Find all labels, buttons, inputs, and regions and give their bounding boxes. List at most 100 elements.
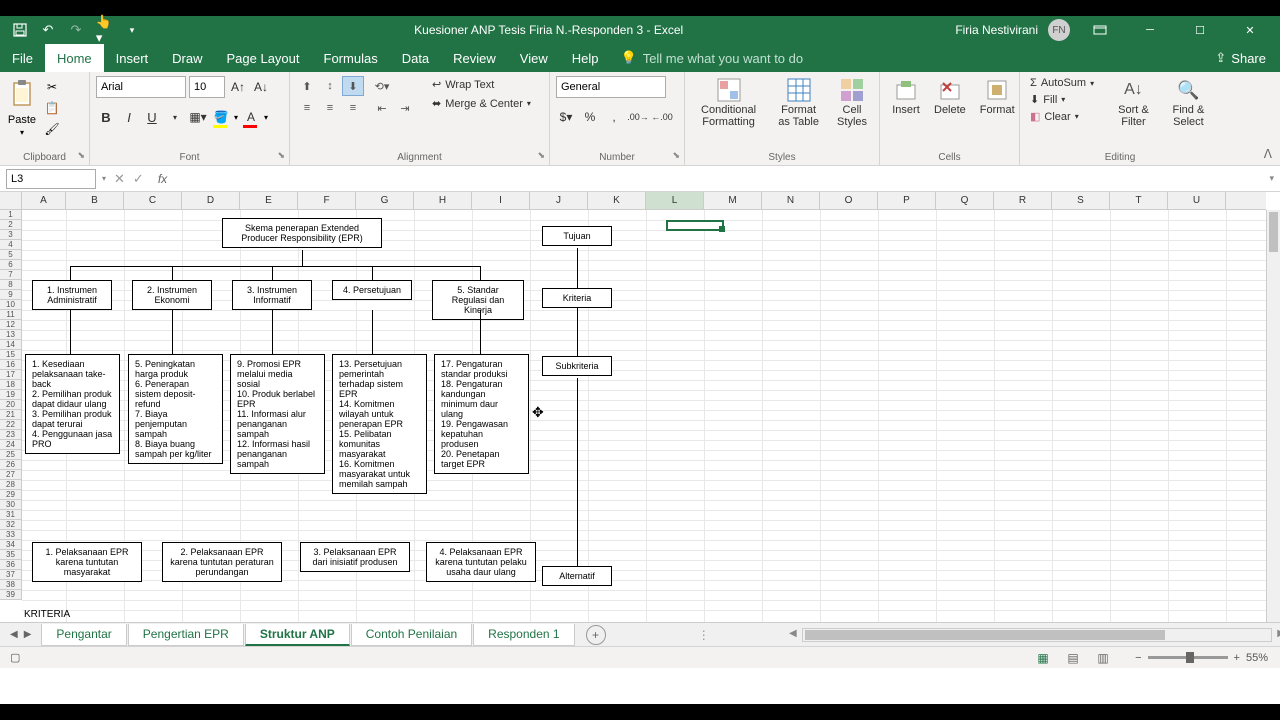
- percent-icon[interactable]: %: [580, 106, 600, 128]
- column-header[interactable]: H: [414, 192, 472, 209]
- row-header[interactable]: 9: [0, 290, 22, 300]
- vertical-scrollbar[interactable]: [1266, 210, 1280, 622]
- row-header[interactable]: 36: [0, 560, 22, 570]
- row-header[interactable]: 21: [0, 410, 22, 420]
- row-header[interactable]: 2: [0, 220, 22, 230]
- record-macro-icon[interactable]: ▢: [0, 651, 30, 664]
- row-header[interactable]: 22: [0, 420, 22, 430]
- clear-button[interactable]: ◧Clear▾: [1026, 109, 1098, 124]
- normal-view-icon[interactable]: ▦: [1029, 649, 1057, 667]
- row-header[interactable]: 31: [0, 510, 22, 520]
- user-name[interactable]: Firia Nestivirani: [955, 23, 1038, 37]
- row-header[interactable]: 24: [0, 440, 22, 450]
- font-color-icon[interactable]: A: [241, 106, 261, 128]
- align-right-icon[interactable]: ≡: [342, 98, 364, 118]
- row-header[interactable]: 11: [0, 310, 22, 320]
- align-top-icon[interactable]: ⬆: [296, 76, 318, 96]
- tab-data[interactable]: Data: [390, 44, 441, 72]
- row-header[interactable]: 27: [0, 470, 22, 480]
- select-all-cell[interactable]: [0, 192, 22, 209]
- row-header[interactable]: 37: [0, 570, 22, 580]
- cell-styles-button[interactable]: Cell Styles: [831, 76, 873, 128]
- bold-button[interactable]: B: [96, 106, 116, 128]
- tellme-search[interactable]: 💡 Tell me what you want to do: [611, 50, 814, 66]
- fx-icon[interactable]: fx: [152, 172, 173, 186]
- find-select-button[interactable]: 🔍 Find & Select: [1163, 76, 1214, 128]
- number-launcher[interactable]: ⬊: [672, 150, 680, 161]
- row-header[interactable]: 38: [0, 580, 22, 590]
- save-icon[interactable]: [12, 22, 28, 38]
- column-header[interactable]: M: [704, 192, 762, 209]
- row-header[interactable]: 29: [0, 490, 22, 500]
- increase-decimal-icon[interactable]: .00→: [628, 106, 648, 128]
- sort-filter-button[interactable]: A↓ Sort & Filter: [1110, 76, 1157, 128]
- font-size-select[interactable]: 10: [189, 76, 225, 98]
- row-header[interactable]: 1: [0, 210, 22, 220]
- column-header[interactable]: Q: [936, 192, 994, 209]
- maximize-button[interactable]: ☐: [1180, 16, 1220, 44]
- align-bottom-icon[interactable]: ⬇: [342, 76, 364, 96]
- row-header[interactable]: 25: [0, 450, 22, 460]
- autosum-button[interactable]: ΣAutoSum▾: [1026, 76, 1098, 90]
- row-header[interactable]: 19: [0, 390, 22, 400]
- row-header[interactable]: 26: [0, 460, 22, 470]
- cells-format-button[interactable]: Format: [974, 76, 1021, 116]
- tab-insert[interactable]: Insert: [104, 44, 161, 72]
- row-header[interactable]: 14: [0, 340, 22, 350]
- row-header[interactable]: 39: [0, 590, 22, 600]
- worksheet[interactable]: ABCDEFGHIJKLMNOPQRSTU 123456789101112131…: [0, 192, 1280, 622]
- tab-help[interactable]: Help: [560, 44, 611, 72]
- column-header[interactable]: K: [588, 192, 646, 209]
- tab-home[interactable]: Home: [45, 44, 104, 72]
- row-header[interactable]: 12: [0, 320, 22, 330]
- selected-cell[interactable]: [666, 220, 724, 231]
- column-header[interactable]: D: [182, 192, 240, 209]
- row-header[interactable]: 6: [0, 260, 22, 270]
- column-header[interactable]: L: [646, 192, 704, 209]
- decrease-font-icon[interactable]: A↓: [251, 76, 271, 98]
- new-sheet-button[interactable]: +: [586, 625, 606, 645]
- column-header[interactable]: U: [1168, 192, 1226, 209]
- qat-customize-icon[interactable]: ▾: [124, 22, 140, 38]
- formula-input[interactable]: [173, 169, 1263, 189]
- horizontal-scrollbar[interactable]: ◀ ▶: [802, 628, 1272, 642]
- italic-button[interactable]: I: [119, 106, 139, 128]
- touch-icon[interactable]: 👆▾: [96, 22, 112, 38]
- align-left-icon[interactable]: ≡: [296, 98, 318, 118]
- row-header[interactable]: 35: [0, 550, 22, 560]
- page-layout-view-icon[interactable]: ▤: [1059, 649, 1087, 667]
- column-header[interactable]: P: [878, 192, 936, 209]
- paste-button[interactable]: [6, 76, 38, 112]
- page-break-view-icon[interactable]: ▥: [1089, 649, 1117, 667]
- row-header[interactable]: 23: [0, 430, 22, 440]
- zoom-in-icon[interactable]: +: [1234, 652, 1240, 664]
- row-header[interactable]: 33: [0, 530, 22, 540]
- orientation-icon[interactable]: ⟲▾: [371, 76, 393, 96]
- column-header[interactable]: J: [530, 192, 588, 209]
- increase-indent-icon[interactable]: ⇥: [394, 98, 416, 118]
- font-name-select[interactable]: Arial: [96, 76, 186, 98]
- sheet-tab[interactable]: Responden 1: [473, 624, 574, 646]
- enter-formula-icon[interactable]: ✓: [133, 171, 144, 187]
- column-header[interactable]: B: [66, 192, 124, 209]
- row-header[interactable]: 4: [0, 240, 22, 250]
- sheet-tab[interactable]: Contoh Penilaian: [351, 624, 472, 646]
- sheet-tab[interactable]: Struktur ANP: [245, 624, 350, 646]
- tab-nav-next-icon[interactable]: ▶: [24, 629, 32, 640]
- column-header[interactable]: T: [1110, 192, 1168, 209]
- row-header[interactable]: 7: [0, 270, 22, 280]
- clipboard-launcher[interactable]: ⬊: [77, 150, 85, 161]
- tab-draw[interactable]: Draw: [160, 44, 214, 72]
- underline-button[interactable]: U: [142, 106, 162, 128]
- zoom-slider[interactable]: [1148, 656, 1228, 659]
- column-header[interactable]: N: [762, 192, 820, 209]
- row-header[interactable]: 10: [0, 300, 22, 310]
- currency-icon[interactable]: $▾: [556, 106, 576, 128]
- zoom-level[interactable]: 55%: [1246, 652, 1268, 664]
- tab-file[interactable]: File: [0, 44, 45, 72]
- row-header[interactable]: 13: [0, 330, 22, 340]
- increase-font-icon[interactable]: A↑: [228, 76, 248, 98]
- conditional-formatting-button[interactable]: Conditional Formatting: [691, 76, 766, 128]
- row-header[interactable]: 30: [0, 500, 22, 510]
- redo-icon[interactable]: ↷: [68, 22, 84, 38]
